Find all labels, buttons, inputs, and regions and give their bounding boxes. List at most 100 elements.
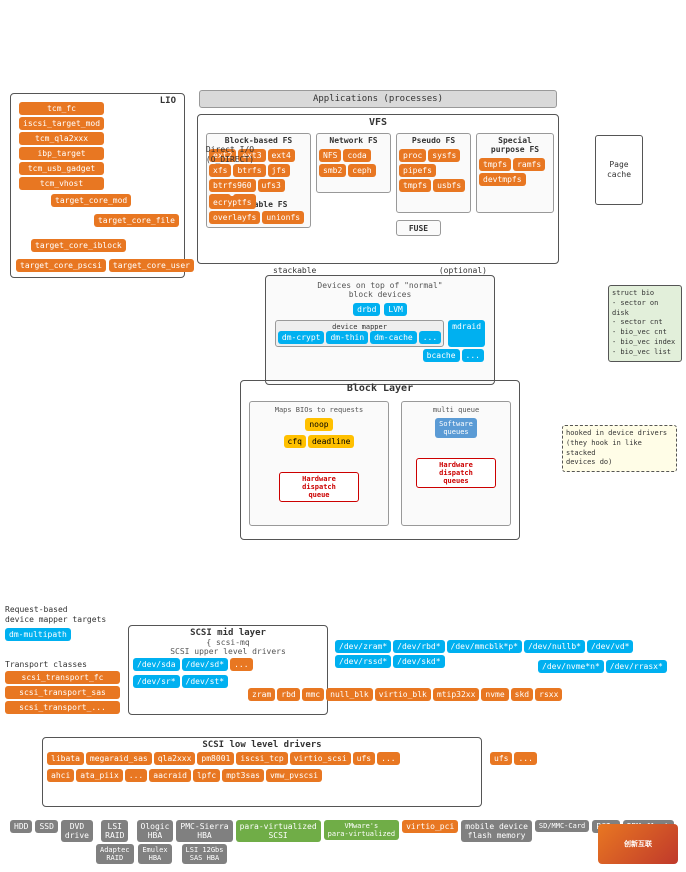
more-ata-box: ... — [125, 769, 147, 782]
pseudo-fs-container: Pseudo FS proc sysfs pipefs tmpfs usbfs — [396, 133, 471, 213]
dvd-group: DVDdrive — [61, 820, 93, 842]
more-low-box: ... — [377, 752, 399, 765]
zram-box: zram — [248, 688, 275, 701]
block-layer-label: Block Layer — [241, 381, 519, 394]
mtip32xx-box: mtip32xx — [433, 688, 480, 701]
dm-boxes: dm-crypt dm-thin dm-cache ... — [278, 331, 441, 344]
mobile-flash-box: mobile deviceflash memory — [461, 820, 532, 842]
more-ufs-box: ... — [514, 752, 536, 765]
fuse-label: FUSE — [409, 224, 428, 233]
lsi-raid-box: LSIRAID — [101, 820, 128, 842]
sw-queues-row: Softwarequeues — [402, 418, 510, 438]
target-core-file-box: target_core_file — [94, 214, 179, 227]
ufs2-box: ufs — [490, 752, 512, 765]
dev-skd-box: /dev/skd* — [393, 655, 444, 668]
drbd-box: drbd — [353, 303, 380, 316]
unionfs-box: unionfs — [262, 211, 304, 224]
hooked-note-label: hooked in device drivers(they hook in li… — [566, 429, 673, 468]
vmware-group: VMware'spara-virtualized — [324, 820, 399, 840]
scheduler-boxes-row1: noop — [250, 416, 388, 433]
noop-box: noop — [305, 418, 332, 431]
hw-dispatch-blkmq-row: Hardwaredispatchqueues — [402, 458, 510, 488]
ologic-group: OlogicHBA EmulexHBA — [137, 820, 174, 864]
diagram-container: Applications (processes) VFS Block-based… — [0, 0, 686, 872]
lio-col1: tcm_fc iscsi_target_mod tcm_qla2xxx ibp_… — [19, 102, 104, 190]
lsi-group: LSIRAID AdaptecRAID — [96, 820, 134, 864]
pm8001-box: pm8001 — [197, 752, 234, 765]
dev-sdx-box: /dev/sd* — [182, 658, 229, 671]
hw-dispatch-box: Hardwaredispatchqueue — [279, 472, 359, 502]
iscsi-tcp-box: iscsi_tcp — [236, 752, 287, 765]
ufs-box: ufs — [353, 752, 375, 765]
scsi-mid-label: SCSI mid layer — [129, 626, 327, 638]
nvme-box: nvme — [481, 688, 508, 701]
tcm-vhost-box: tcm_vhost — [19, 177, 104, 190]
applications-bar: Applications (processes) — [199, 90, 557, 108]
scsi-low-container: SCSI low level drivers libata megaraid_s… — [42, 737, 482, 807]
ahci-box: ahci — [47, 769, 74, 782]
dev-mmc-box: /dev/mmcblk*p* — [447, 640, 522, 653]
dev-nvme-box: /dev/nvme*n* — [538, 660, 604, 673]
ecryptfs-box: ecryptfs — [209, 196, 256, 209]
fuse-box: FUSE — [396, 220, 441, 236]
optional-label: (optional) — [437, 266, 489, 275]
pipefs-box: pipefs — [399, 164, 436, 177]
adaptec-box: AdaptecRAID — [96, 844, 134, 864]
deadline-box: deadline — [308, 435, 355, 448]
usbfs-box: usbfs — [433, 179, 465, 192]
nfs-box: NFS — [319, 149, 341, 162]
ata-piix-box: ata_piix — [76, 769, 123, 782]
block-layer-container: Block Layer Maps BIOs to requests noop c… — [240, 380, 520, 540]
coda-box: coda — [343, 149, 370, 162]
vmware-box: VMware'spara-virtualized — [324, 820, 399, 840]
hw-dispatch-blkmq-box: Hardwaredispatchqueues — [416, 458, 496, 488]
lsi12gbs-box: LSI 12GbsSAS HBA — [182, 844, 228, 864]
hooked-note-box: hooked in device drivers(they hook in li… — [562, 425, 677, 472]
multi-queue-label: multi queue — [402, 406, 510, 414]
scheduler-boxes-row2: cfq deadline — [250, 433, 388, 450]
virtio-pci-box: virtio_pci — [402, 820, 458, 833]
btrfs-box: btrfs — [233, 164, 265, 177]
dev-rrasx-box: /dev/rrasx* — [606, 660, 667, 673]
libata-box: libata — [47, 752, 84, 765]
scsi-transport-more-box: scsi_transport_... — [5, 701, 120, 714]
ramfs-box: ramfs — [513, 158, 545, 171]
null-blk-box: null_blk — [326, 688, 373, 701]
stackable-fs-boxes: ecryptfs overlayfs unionfs — [209, 196, 308, 224]
bcache-row: bcache ... — [266, 349, 494, 362]
dev-nullb-box: /dev/nullb* — [524, 640, 585, 653]
lio-label: LIO — [160, 96, 176, 106]
scsi-upper-label: SCSI upper level drivers — [129, 647, 327, 656]
dm-more-box: ... — [419, 331, 441, 344]
target-core-user-box: target_core_user — [109, 259, 194, 272]
more-stackable-box: ... — [462, 349, 484, 362]
smb2-box: smb2 — [319, 164, 346, 177]
pseudo-fs-label: Pseudo FS — [397, 134, 470, 147]
dev-zram-box: /dev/zram* — [335, 640, 391, 653]
special-fs-container: Specialpurpose FS tmpfs ramfs devtmpfs — [476, 133, 554, 213]
watermark: 创新互联 — [598, 824, 678, 864]
ologic-hba-box: OlogicHBA — [137, 820, 174, 842]
btrfs960-box: btrfs960 — [209, 179, 256, 192]
lio-container: LIO tcm_fc iscsi_target_mod tcm_qla2xxx … — [10, 93, 185, 278]
applications-label: Applications (processes) — [313, 94, 443, 104]
scsi-low-row1: libata megaraid_sas qla2xxx pm8001 iscsi… — [43, 750, 481, 767]
special-fs-label: Specialpurpose FS — [477, 134, 553, 156]
ssd-box: SSD — [35, 820, 57, 833]
scsi-mid-container: SCSI mid layer { scsi-mq SCSI upper leve… — [128, 625, 328, 715]
transport-classes-label: Transport classes scsi_transport_fc scsi… — [5, 660, 120, 714]
ufs-right-row: ufs ... — [490, 752, 537, 765]
stackable-desc: Devices on top of "normal"block devices — [266, 276, 494, 299]
io-scheduler-container: Maps BIOs to requests noop cfq deadline … — [249, 401, 389, 526]
tcm-fc-box: tcm_fc — [19, 102, 104, 115]
dev-st-box: /dev/st* — [182, 675, 229, 688]
vfs-label: VFS — [369, 117, 387, 128]
network-fs-container: Network FS NFS coda smb2 ceph — [316, 133, 391, 193]
iscsi-box: iscsi_target_mod — [19, 117, 104, 130]
struct-bio-box: struct bio - sector on disk - sector cnt… — [608, 285, 682, 362]
dvd-drive-box: DVDdrive — [61, 820, 93, 842]
struct-bio-label: struct bio - sector on disk - sector cnt… — [612, 289, 678, 358]
stackable-label: stackable — [271, 266, 318, 275]
qla2xxx2-box: qla2xxx — [154, 752, 196, 765]
sysfs-box: sysfs — [428, 149, 460, 162]
